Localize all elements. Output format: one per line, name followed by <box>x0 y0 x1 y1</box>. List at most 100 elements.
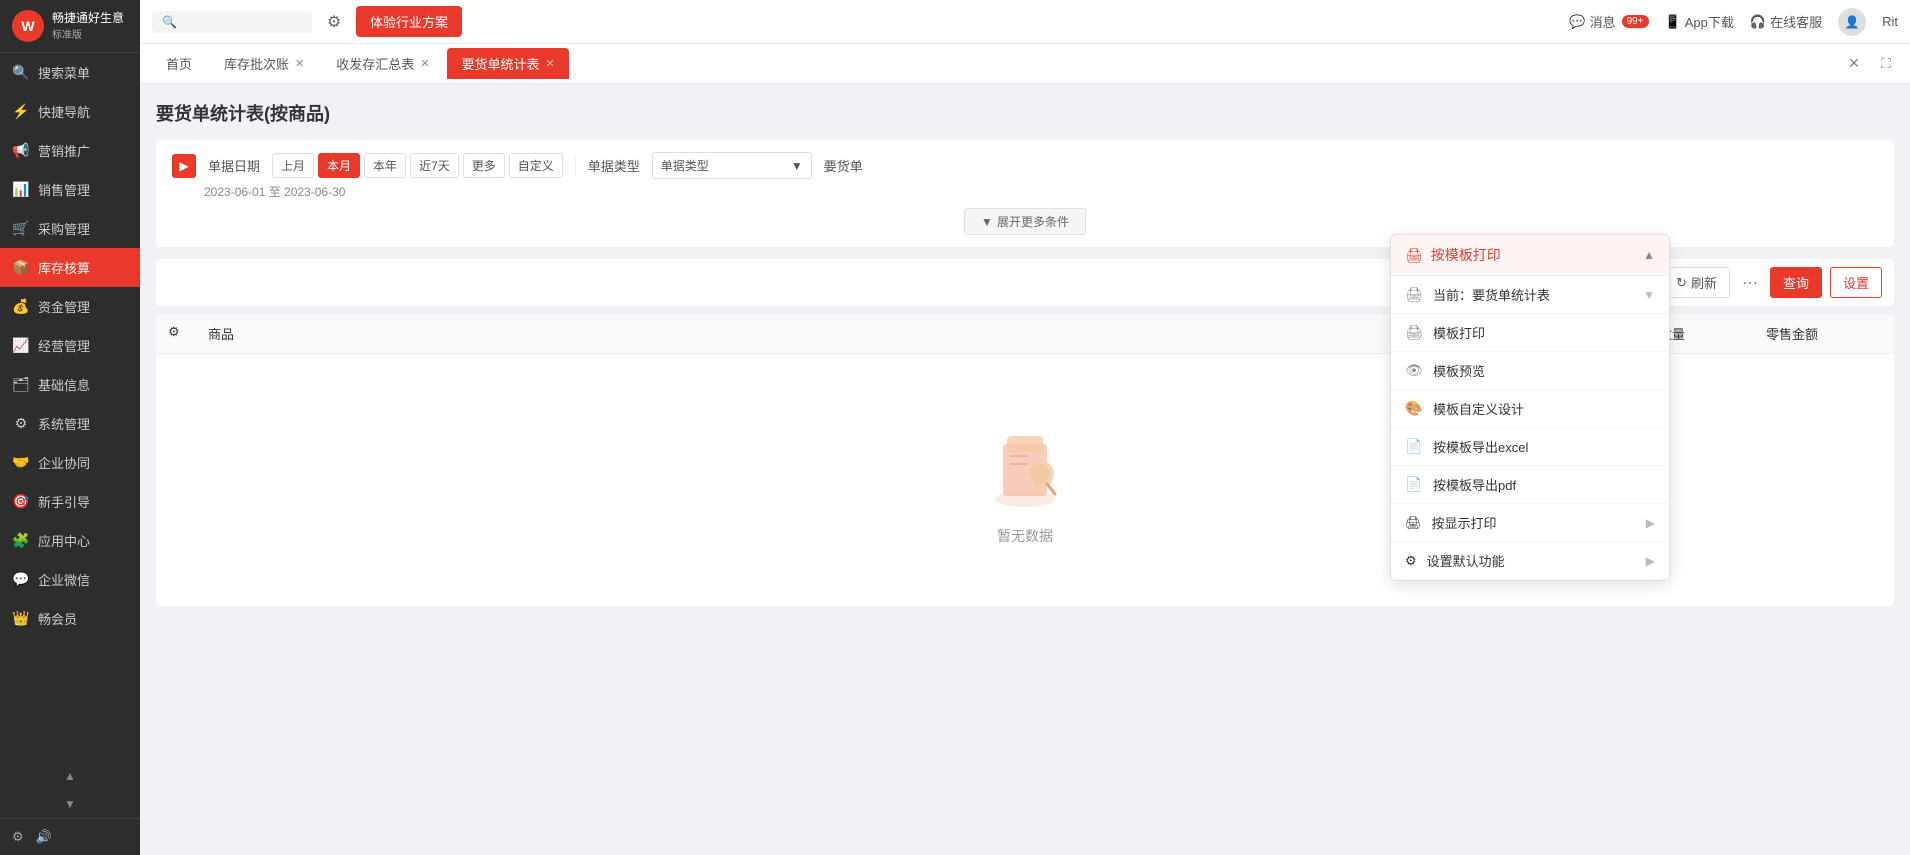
date-more-btn[interactable]: 更多 <box>463 153 505 178</box>
topbar-search[interactable]: 🔍 <box>152 11 312 33</box>
date-current-month-btn[interactable]: 本月 <box>318 153 360 178</box>
sidebar-item-label: 销售管理 <box>38 180 90 199</box>
wechat-icon: 💬 <box>12 571 30 589</box>
dropdown-template-print[interactable]: 🖨 模板打印 <box>1391 314 1669 352</box>
section-arrow-icon: ▶ <box>1646 554 1655 568</box>
sidebar-item-marketing[interactable]: 📢 营销推广 <box>0 131 140 170</box>
dropdown-export-excel[interactable]: 📄 按模板导出excel <box>1391 428 1669 466</box>
tab-close-icon[interactable]: ✕ <box>420 57 429 70</box>
sidebar-scroll-up[interactable]: ▲ <box>60 766 80 786</box>
sales-icon: 📊 <box>12 181 30 199</box>
order-type-select[interactable]: 单据类型 ▼ <box>652 152 812 179</box>
tab-close-icon[interactable]: ✕ <box>295 57 304 70</box>
sidebar-item-system[interactable]: ⚙ 系统管理 <box>0 404 140 443</box>
sidebar-item-purchase[interactable]: 🛒 采购管理 <box>0 209 140 248</box>
default-icon: ⚙ <box>1405 553 1417 569</box>
sidebar-item-label: 资金管理 <box>38 297 90 316</box>
sidebar-nav: 🔍 搜索菜单 ⚡ 快捷导航 📢 营销推广 📊 销售管理 🛒 采购管理 📦 库存核… <box>0 53 140 762</box>
sidebar-item-basic[interactable]: 🗂 基础信息 <box>0 365 140 404</box>
enterprise-icon: 🤝 <box>12 454 30 472</box>
sidebar-item-search[interactable]: 🔍 搜索菜单 <box>0 53 140 92</box>
refresh-btn[interactable]: ↻ 刷新 <box>1663 267 1730 298</box>
tab-receivable[interactable]: 收发存汇总表 ✕ <box>322 48 443 79</box>
tab-close-all-btn[interactable]: ✕ <box>1842 52 1866 76</box>
dropdown-export-pdf[interactable]: 📄 按模板导出pdf <box>1391 466 1669 504</box>
tabs-actions: ✕ ⛶ <box>1842 52 1898 76</box>
settings-btn[interactable]: 设置 <box>1830 267 1882 298</box>
sidebar: W 畅捷通好生意 标准版 🔍 搜索菜单 ⚡ 快捷导航 📢 营销推广 📊 销售管理… <box>0 0 140 855</box>
dropdown-header[interactable]: 🖨 按模板打印 ▲ <box>1391 235 1669 276</box>
sidebar-item-label: 应用中心 <box>38 531 90 550</box>
tabs-bar: 首页 库存批次账 ✕ 收发存汇总表 ✕ 要货单统计表 ✕ ✕ ⛶ <box>140 44 1910 84</box>
dropdown-template-design[interactable]: 🎨 模板自定义设计 <box>1391 390 1669 428</box>
sidebar-scroll-down[interactable]: ▼ <box>60 794 80 814</box>
message-btn[interactable]: 💬 消息 99+ <box>1569 12 1648 31</box>
tab-order-summary[interactable]: 要货单统计表 ✕ <box>447 48 568 79</box>
purchase-icon: 🛒 <box>12 220 30 238</box>
logo-icon: W <box>12 10 44 42</box>
apps-icon: 🧩 <box>12 532 30 550</box>
industry-btn[interactable]: 体验行业方案 <box>356 6 462 37</box>
page-title: 要货单统计表(按商品) <box>156 100 1894 126</box>
username: Rit <box>1882 14 1898 29</box>
expand-icon: ▼ <box>981 215 993 229</box>
tab-close-icon[interactable]: ✕ <box>546 57 555 70</box>
print-dropdown: 🖨 按模板打印 ▲ 🖨 当前：要货单统计表 ▼ 🖨 模板打印 👁 模板预览 🎨 <box>1390 234 1670 581</box>
dropdown-set-default[interactable]: ⚙ 设置默认功能 ▶ <box>1391 542 1669 580</box>
sidebar-item-wechat[interactable]: 💬 企业微信 <box>0 560 140 599</box>
sidebar-item-operations[interactable]: 📈 经营管理 <box>0 326 140 365</box>
dropdown-template-preview[interactable]: 👁 模板预览 <box>1391 352 1669 390</box>
app-version: 标准版 <box>52 26 124 41</box>
sidebar-item-finance[interactable]: 💰 资金管理 <box>0 287 140 326</box>
sidebar-item-guide[interactable]: 🎯 新手引导 <box>0 482 140 521</box>
topbar-gear-btn[interactable]: ⚙ <box>320 8 348 36</box>
filter-expand-arrow[interactable]: ▶ <box>172 154 196 178</box>
sidebar-item-label: 系统管理 <box>38 414 90 433</box>
preview-icon: 👁 <box>1405 362 1423 379</box>
system-icon: ⚙ <box>12 415 30 433</box>
tab-label: 要货单统计表 <box>461 54 539 73</box>
order-goods-label: 要货单 <box>824 156 863 175</box>
app-name: 畅捷通好生意 <box>52 11 124 27</box>
sidebar-item-label: 营销推广 <box>38 141 90 160</box>
sidebar-item-enterprise[interactable]: 🤝 企业协同 <box>0 443 140 482</box>
sidebar-item-inventory[interactable]: 📦 库存核算 <box>0 248 140 287</box>
dropdown-display-print[interactable]: 🖨 按显示打印 ▶ <box>1391 504 1669 542</box>
printer-small-icon: 🖨 <box>1405 286 1423 303</box>
basic-icon: 🗂 <box>12 376 30 394</box>
sidebar-item-label: 采购管理 <box>38 219 90 238</box>
tab-fullscreen-btn[interactable]: ⛶ <box>1874 52 1898 76</box>
inventory-icon: 📦 <box>12 259 30 277</box>
date-current-year-btn[interactable]: 本年 <box>364 153 406 178</box>
sidebar-item-label: 企业协同 <box>38 453 90 472</box>
query-btn[interactable]: 查询 <box>1770 267 1822 298</box>
tab-inventory-batch[interactable]: 库存批次账 ✕ <box>210 48 318 79</box>
select-arrow-icon: ▼ <box>791 159 803 173</box>
sidebar-item-apps[interactable]: 🧩 应用中心 <box>0 521 140 560</box>
settings-icon[interactable]: ⚙ <box>12 829 24 845</box>
more-options-btn[interactable]: ⋯ <box>1738 269 1762 297</box>
dropdown-current-item[interactable]: 🖨 当前：要货单统计表 ▼ <box>1391 276 1669 314</box>
tab-home[interactable]: 首页 <box>152 48 206 79</box>
sidebar-item-label: 畅会员 <box>38 609 77 628</box>
th-settings[interactable]: ⚙ <box>156 314 196 353</box>
sidebar-item-quick-nav[interactable]: ⚡ 快捷导航 <box>0 92 140 131</box>
main-area: 🔍 ⚙ 体验行业方案 💬 消息 99+ 📱 App下载 🎧 在线客服 👤 Rit <box>140 0 1910 855</box>
date-custom-btn[interactable]: 自定义 <box>509 153 563 178</box>
date-label: 单据日期 <box>208 156 260 175</box>
search-icon: 🔍 <box>162 15 177 29</box>
date-prev-month-btn[interactable]: 上月 <box>272 153 314 178</box>
online-service-btn[interactable]: 🎧 在线客服 <box>1750 12 1822 31</box>
expand-row: ▼ 展开更多条件 <box>172 208 1878 235</box>
sidebar-item-member[interactable]: 👑 畅会员 <box>0 599 140 638</box>
avatar[interactable]: 👤 <box>1838 8 1866 36</box>
expand-icon: ▶ <box>179 159 188 173</box>
filter-row-1: ▶ 单据日期 上月 本月 本年 近7天 更多 自定义 单据类型 单据类型 ▼ 要… <box>172 152 1878 179</box>
sound-icon[interactable]: 🔊 <box>36 829 52 845</box>
order-type-label: 单据类型 <box>588 156 640 175</box>
date-btn-group: 上月 本月 本年 近7天 更多 自定义 <box>272 153 563 178</box>
sidebar-item-sales[interactable]: 📊 销售管理 <box>0 170 140 209</box>
expand-more-btn[interactable]: ▼ 展开更多条件 <box>964 208 1086 235</box>
date-last7-btn[interactable]: 近7天 <box>410 153 459 178</box>
app-download-btn[interactable]: 📱 App下载 <box>1665 12 1734 31</box>
